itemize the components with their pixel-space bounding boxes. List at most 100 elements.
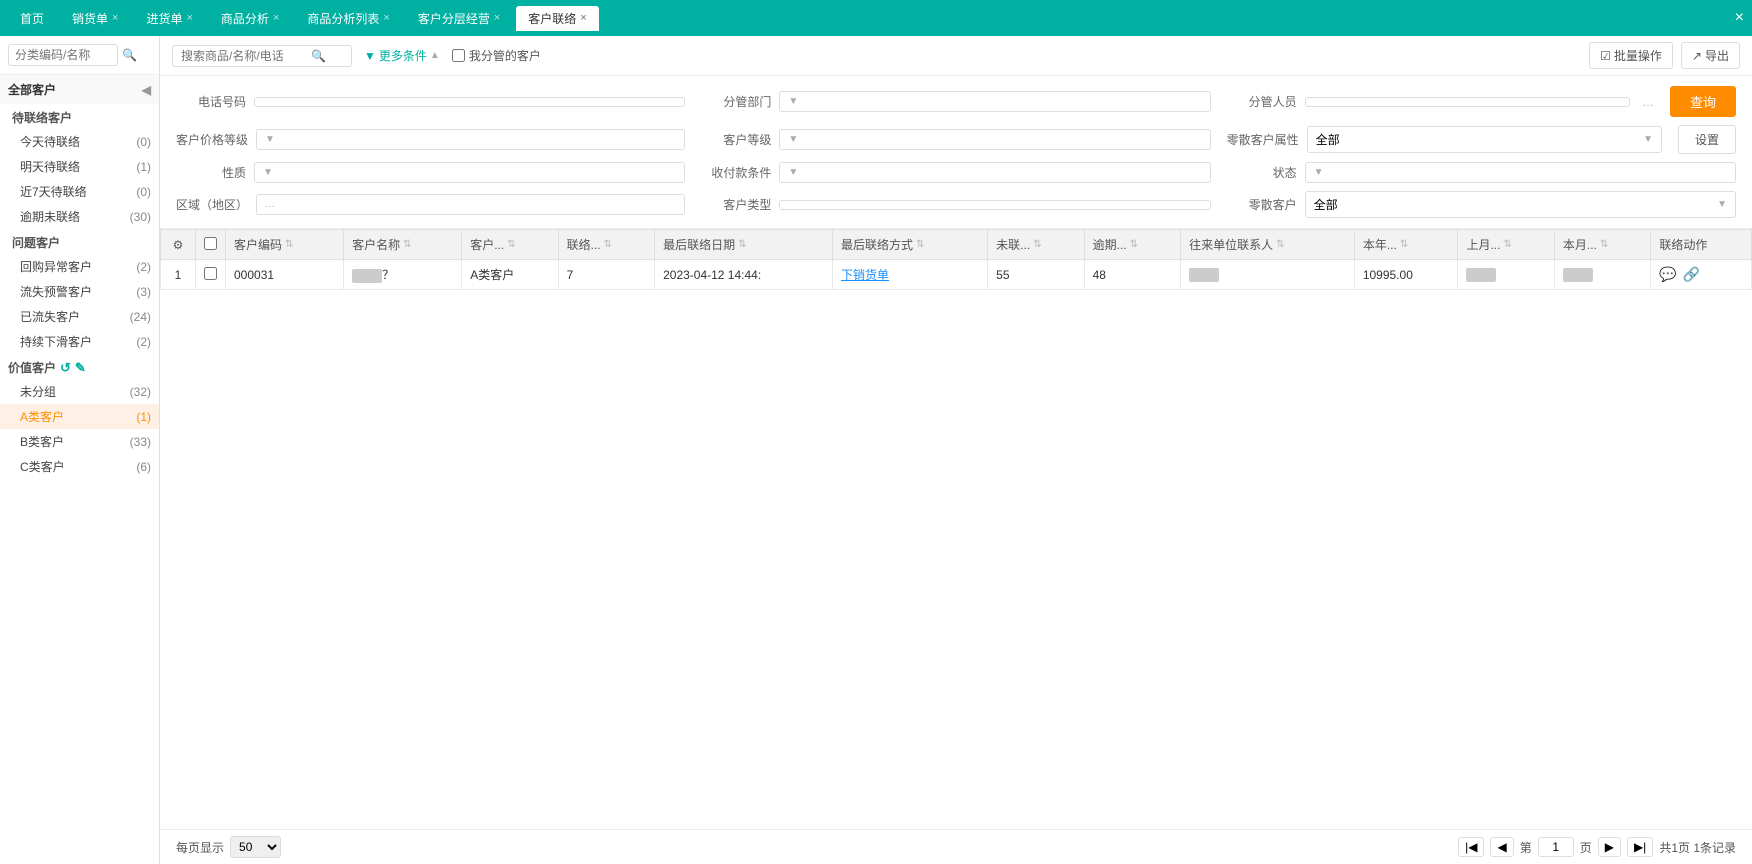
batch-op-label: 批量操作 [1614, 47, 1662, 64]
value-item-未分组[interactable]: 未分组(32) [0, 379, 159, 404]
retail-customer-input[interactable]: 全部 ▼ [1305, 191, 1736, 218]
more-filters-button[interactable]: ▼ 更多条件 ▲ [364, 47, 440, 64]
customer-type-label: 客户类型 [701, 196, 771, 213]
problem-item-已流失客户[interactable]: 已流失客户(24) [0, 304, 159, 329]
col-this-month[interactable]: 本月...⇅ [1554, 230, 1650, 260]
customer-type-input[interactable] [779, 200, 1210, 210]
select-all-checkbox[interactable] [204, 237, 217, 250]
status-input[interactable]: ▼ [1305, 162, 1736, 183]
nav-tab-goods-analysis[interactable]: 商品分析× [209, 6, 291, 31]
nav-tab-home[interactable]: 首页 [8, 6, 56, 31]
col-overdue[interactable]: 逾期...⇅ [1084, 230, 1180, 260]
setting-button[interactable]: 设置 [1678, 125, 1736, 154]
retail-attr-label: 零散客户属性 [1227, 131, 1299, 148]
close-tab-sales[interactable]: × [112, 12, 118, 24]
col-checkbox[interactable] [196, 230, 226, 260]
per-page-label: 每页显示 [176, 839, 224, 856]
col-code[interactable]: 客户编码⇅ [226, 230, 344, 260]
filter-phone: 电话号码 [176, 86, 685, 117]
refresh-icon[interactable]: ↺ [60, 360, 71, 376]
payment-input[interactable]: ▼ [779, 162, 1210, 183]
col-year[interactable]: 本年...⇅ [1354, 230, 1458, 260]
problem-item-回购异常客户[interactable]: 回购异常客户(2) [0, 254, 159, 279]
pending-item-近7天待联络[interactable]: 近7天待联络(0) [0, 179, 159, 204]
query-button[interactable]: 查询 [1670, 86, 1736, 117]
nav-tab-customer-contact[interactable]: 客户联络 × [516, 6, 598, 31]
last-page-button[interactable]: ▶| [1627, 837, 1653, 857]
value-item-B类客户[interactable]: B类客户(33) [0, 429, 159, 454]
col-last-method[interactable]: 最后联络方式⇅ [832, 230, 987, 260]
staff-input[interactable] [1305, 97, 1630, 107]
retail-customer-value: 全部 [1314, 196, 1338, 213]
row-num: 1 [161, 260, 196, 290]
close-tab-customer-contact[interactable]: × [580, 12, 586, 24]
customer-level-label: 客户等级 [701, 131, 771, 148]
filter-search-box[interactable]: 🔍 [172, 45, 352, 67]
retail-attr-input[interactable]: 全部 ▼ [1307, 126, 1662, 153]
first-page-button[interactable]: |◀ [1458, 837, 1484, 857]
tab-label-customer-tier: 客户分层经营 [418, 10, 490, 27]
nav-tab-goods-analysis-list[interactable]: 商品分析列表× [295, 6, 401, 31]
value-item-C类客户[interactable]: C类客户(6) [0, 454, 159, 479]
close-tab-goods-analysis-list[interactable]: × [383, 12, 389, 24]
region-label: 区域（地区） [176, 196, 248, 213]
action-comment-icon[interactable]: 💬 [1659, 266, 1676, 283]
pending-item-今天待联络[interactable]: 今天待联络(0) [0, 129, 159, 154]
sidebar-search-icon[interactable]: 🔍 [122, 48, 137, 62]
filter-customer-level: 客户等级 ▼ [701, 125, 1210, 154]
col-name[interactable]: 客户名称⇅ [344, 230, 462, 260]
filter-search-icon[interactable]: 🔍 [311, 49, 326, 63]
status-label: 状态 [1227, 164, 1297, 181]
prev-page-button[interactable]: ◀ [1490, 837, 1513, 857]
close-all-button[interactable]: × [1735, 9, 1744, 27]
price-level-input[interactable]: ▼ [256, 129, 685, 150]
problem-item-流失预警客户[interactable]: 流失预警客户(3) [0, 279, 159, 304]
my-customers-label: 我分管的客户 [469, 47, 541, 64]
phone-input[interactable] [254, 97, 685, 107]
col-last-month[interactable]: 上月...⇅ [1458, 230, 1554, 260]
pending-item-逾期未联络[interactable]: 逾期未联络(30) [0, 204, 159, 229]
nav-tab-sales[interactable]: 销货单× [60, 6, 130, 31]
pending-item-明天待联络[interactable]: 明天待联络(1) [0, 154, 159, 179]
per-page-select[interactable]: 50 100 200 [230, 836, 281, 858]
page-input[interactable] [1538, 837, 1574, 857]
nature-input[interactable]: ▼ [254, 162, 685, 183]
col-level[interactable]: 客户...⇅ [462, 230, 558, 260]
problem-customers-label: 问题客户 [12, 234, 60, 251]
col-contact-count[interactable]: 联络...⇅ [558, 230, 654, 260]
row-last-month [1458, 260, 1554, 290]
export-button[interactable]: ↗ 导出 [1681, 42, 1740, 69]
nav-tab-purchase[interactable]: 进货单× [134, 6, 204, 31]
next-page-button[interactable]: ▶ [1598, 837, 1621, 857]
close-tab-goods-analysis[interactable]: × [273, 12, 279, 24]
collapse-icon: ◀ [142, 83, 151, 97]
row-overdue: 48 [1084, 260, 1180, 290]
sidebar-search-input[interactable] [8, 44, 118, 66]
staff-more-icon[interactable]: … [1642, 95, 1654, 109]
dept-input[interactable]: ▼ [779, 91, 1210, 112]
export-icon: ↗ [1692, 49, 1702, 63]
tab-label-customer-contact: 客户联络 [528, 10, 576, 27]
col-contacts[interactable]: 往来单位联系人⇅ [1181, 230, 1355, 260]
filter-search-input[interactable] [181, 49, 311, 63]
all-customers-header[interactable]: 全部客户 ◀ [0, 75, 159, 104]
main-layout: 🔍 全部客户 ◀ 待联络客户 今天待联络(0)明天待联络(1)近7天待联络(0)… [0, 36, 1752, 864]
customer-level-input[interactable]: ▼ [779, 129, 1210, 150]
col-last-date[interactable]: 最后联络日期⇅ [655, 230, 833, 260]
edit-icon[interactable]: ✎ [75, 360, 86, 376]
col-uncontacted[interactable]: 未联...⇅ [988, 230, 1084, 260]
close-tab-purchase[interactable]: × [186, 12, 192, 24]
problem-item-持续下滑客户[interactable]: 持续下滑客户(2) [0, 329, 159, 354]
close-tab-customer-tier[interactable]: × [494, 12, 500, 24]
my-customers-checkbox[interactable]: 我分管的客户 [452, 47, 541, 64]
region-input[interactable]: … [256, 194, 685, 215]
action-link-icon[interactable]: 🔗 [1683, 266, 1700, 283]
row-checkbox[interactable] [196, 260, 226, 290]
value-item-A类客户[interactable]: A类客户(1) [0, 404, 159, 429]
row-last-method[interactable]: 下销货单 [832, 260, 987, 290]
nav-tab-customer-tier[interactable]: 客户分层经营 × [406, 6, 512, 31]
top-nav: 首页销货单×进货单×商品分析×商品分析列表× 客户分层经营 × 客户联络 × × [0, 0, 1752, 36]
my-customers-check[interactable] [452, 49, 465, 62]
col-gear[interactable]: ⚙ [161, 230, 196, 260]
batch-op-button[interactable]: ☑ 批量操作 [1589, 42, 1673, 69]
